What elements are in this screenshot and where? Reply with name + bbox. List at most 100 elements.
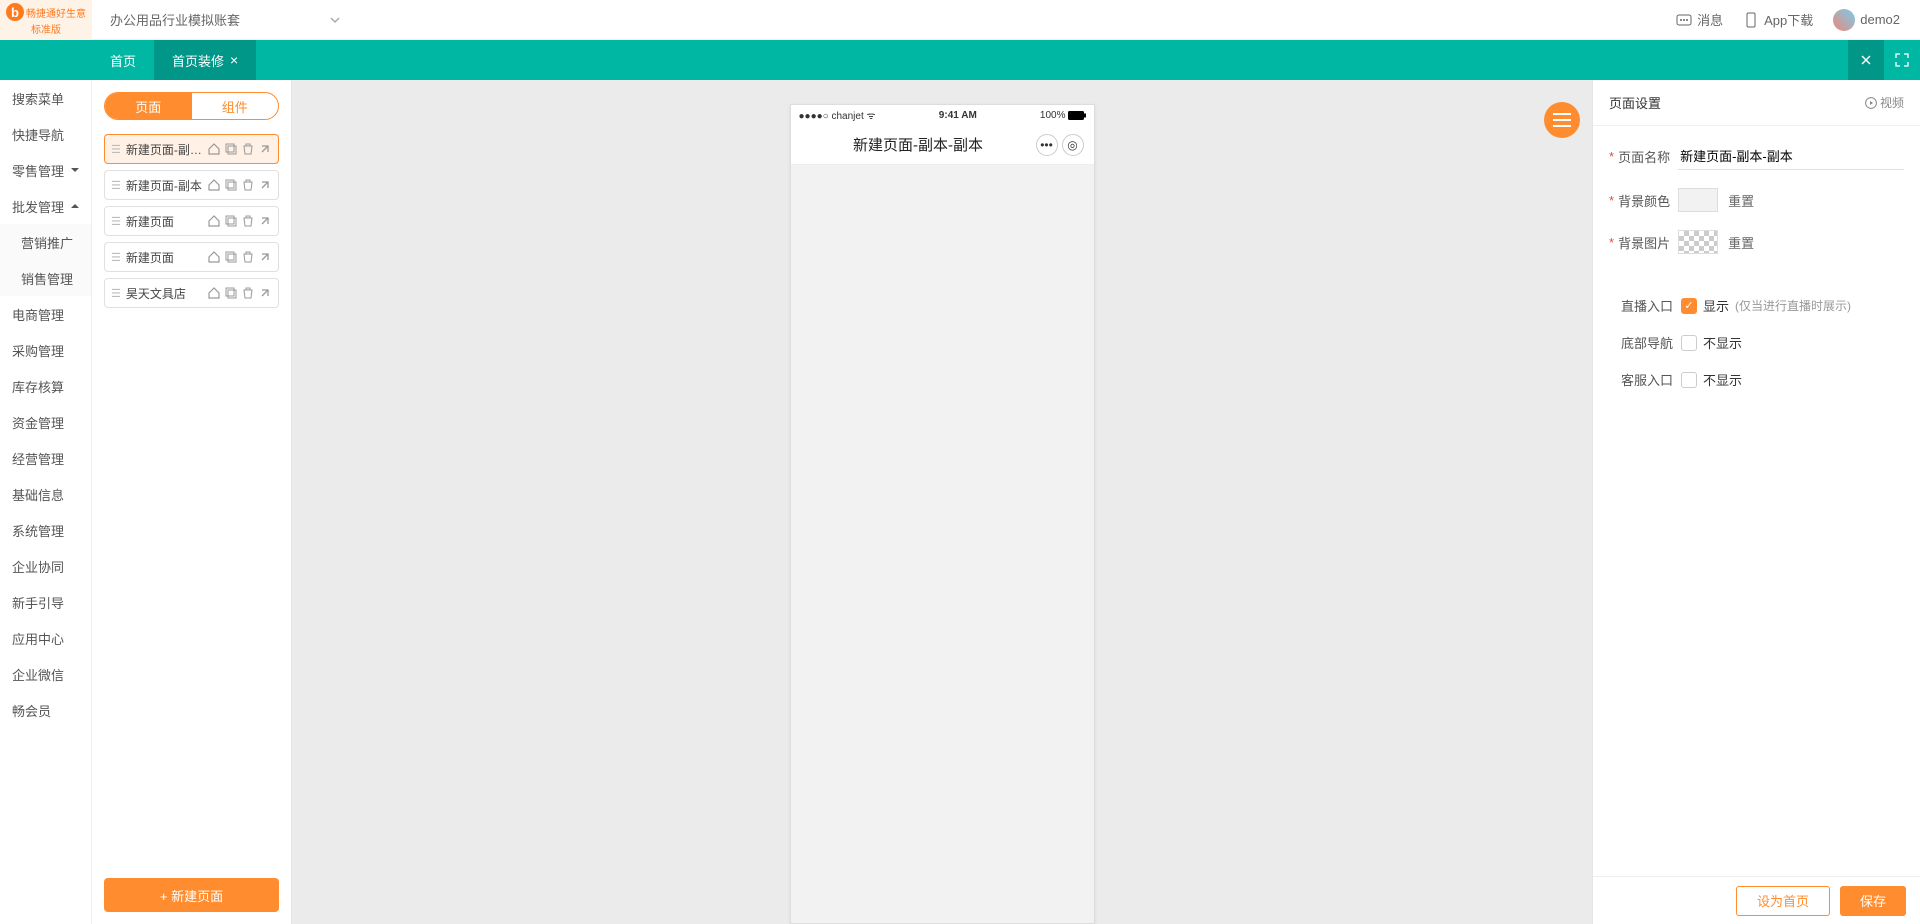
page-item-name: 昊天文具店 [126,285,202,302]
tab-pages[interactable]: 页面 [105,93,192,119]
app-download-label: App下载 [1764,10,1813,29]
sidebar-item-畅会员[interactable]: 畅会员 [0,692,91,728]
sidebar-item-电商管理[interactable]: 电商管理 [0,296,91,332]
tab-components[interactable]: 组件 [192,93,279,119]
live-show-checkbox[interactable]: ✓ [1681,298,1697,314]
tab-fullscreen[interactable] [1884,40,1920,80]
tab-bar: 首页首页装修× [0,40,1920,80]
copy-icon[interactable] [224,142,238,156]
user-menu[interactable]: demo2 [1833,9,1900,31]
tab-首页[interactable]: 首页 [92,40,154,80]
settings-body: * 页面名称 * 背景颜色 重置 * 背景图片 重置 [1593,126,1920,876]
service-entry-label: 客服入口 [1621,370,1681,389]
page-list-item[interactable]: ☰新建页面 [104,242,279,272]
phone-status-bar: ●●●●○ chanjet ᯤ 9:41 AM 100% [791,105,1094,125]
copy-icon[interactable] [224,178,238,192]
sidebar-item-label: 采购管理 [12,341,64,360]
copy-icon[interactable] [224,286,238,300]
live-show-text: 显示 [1703,296,1729,315]
sidebar-item-label: 新手引导 [12,593,64,612]
page-list-item[interactable]: ☰新建页面-副本... [104,134,279,164]
bg-color-swatch[interactable] [1678,188,1718,212]
close-icon[interactable]: × [230,52,238,68]
sidebar-item-资金管理[interactable]: 资金管理 [0,404,91,440]
external-link-icon[interactable] [258,214,272,228]
sidebar-item-企业微信[interactable]: 企业微信 [0,656,91,692]
drag-handle-icon[interactable]: ☰ [111,287,121,300]
account-selector[interactable]: 办公用品行业模拟账套 [110,10,340,29]
new-page-button[interactable]: + 新建页面 [104,878,279,912]
save-button[interactable]: 保存 [1840,886,1906,916]
home-icon[interactable] [207,286,221,300]
home-icon[interactable] [207,142,221,156]
settings-header: 页面设置 视频 [1593,80,1920,126]
copy-icon[interactable] [224,250,238,264]
fab-menu-button[interactable] [1544,102,1580,138]
required-star: * [1609,149,1614,164]
copy-icon[interactable] [224,214,238,228]
bg-color-reset[interactable]: 重置 [1728,191,1754,210]
sidebar-item-新手引导[interactable]: 新手引导 [0,584,91,620]
home-icon[interactable] [207,178,221,192]
sidebar-item-系统管理[interactable]: 系统管理 [0,512,91,548]
messages-link[interactable]: 消息 [1676,10,1723,29]
app-download-link[interactable]: App下载 [1743,10,1813,29]
bg-color-label: 背景颜色 [1618,191,1678,210]
sidebar-item-搜索菜单[interactable]: 搜索菜单 [0,80,91,116]
external-link-icon[interactable] [258,142,272,156]
sidebar-item-库存核算[interactable]: 库存核算 [0,368,91,404]
sidebar-item-批发管理[interactable]: 批发管理 [0,188,91,224]
page-name-input[interactable] [1678,142,1904,170]
delete-icon[interactable] [241,142,255,156]
tab-close-all[interactable] [1848,40,1884,80]
tab-首页装修[interactable]: 首页装修× [154,40,256,80]
sidebar-item-企业协同[interactable]: 企业协同 [0,548,91,584]
sidebar-item-零售管理[interactable]: 零售管理 [0,152,91,188]
sidebar-item-label: 电商管理 [12,305,64,324]
sidebar-item-快捷导航[interactable]: 快捷导航 [0,116,91,152]
page-list-item[interactable]: ☰ 昊天文具店 [104,278,279,308]
sidebar-item-营销推广[interactable]: 营销推广 [0,224,91,260]
sidebar-item-基础信息[interactable]: 基础信息 [0,476,91,512]
sidebar-item-采购管理[interactable]: 采购管理 [0,332,91,368]
page-panel-tabs: 页面 组件 [104,92,279,120]
logo-icon: b [6,3,24,21]
external-link-icon[interactable] [258,178,272,192]
sidebar: 搜索菜单快捷导航零售管理批发管理营销推广销售管理电商管理采购管理库存核算资金管理… [0,80,92,924]
sidebar-item-销售管理[interactable]: 销售管理 [0,260,91,296]
sidebar-item-label: 企业微信 [12,665,64,684]
bg-image-swatch[interactable] [1678,230,1718,254]
message-icon [1676,12,1692,28]
phone-icon [1743,12,1759,28]
drag-handle-icon[interactable]: ☰ [111,143,121,156]
drag-handle-icon[interactable]: ☰ [111,179,121,192]
phone-body[interactable] [791,165,1094,645]
set-home-button[interactable]: 设为首页 [1736,886,1830,916]
bg-image-reset[interactable]: 重置 [1728,233,1754,252]
sidebar-item-label: 经营管理 [12,449,64,468]
page-list-item[interactable]: ☰ 新建页面-副本 [104,170,279,200]
delete-icon[interactable] [241,250,255,264]
home-icon[interactable] [207,250,221,264]
sidebar-item-label: 基础信息 [12,485,64,504]
service-checkbox[interactable] [1681,372,1697,388]
delete-icon[interactable] [241,214,255,228]
delete-icon[interactable] [241,286,255,300]
drag-handle-icon[interactable]: ☰ [111,251,121,264]
settings-title: 页面设置 [1609,93,1661,112]
external-link-icon[interactable] [258,286,272,300]
page-item-name: 新建页面-副本 [126,177,202,194]
home-icon[interactable] [207,214,221,228]
logo[interactable]: b 畅捷通好生意 标准版 [0,0,92,40]
external-link-icon[interactable] [258,250,272,264]
editor: 页面 组件 ☰新建页面-副本...☰新建页面-副本☰新建页面☰新建页面☰昊天文具… [92,80,1920,924]
sidebar-item-label: 库存核算 [12,377,64,396]
bottom-nav-checkbox[interactable] [1681,335,1697,351]
drag-handle-icon[interactable]: ☰ [111,215,121,228]
page-list-item[interactable]: ☰新建页面 [104,206,279,236]
sidebar-item-经营管理[interactable]: 经营管理 [0,440,91,476]
delete-icon[interactable] [241,178,255,192]
sidebar-item-应用中心[interactable]: 应用中心 [0,620,91,656]
phone-preview: ●●●●○ chanjet ᯤ 9:41 AM 100% 新建页面-副本-副本 … [790,104,1095,924]
video-help-link[interactable]: 视频 [1865,94,1904,111]
